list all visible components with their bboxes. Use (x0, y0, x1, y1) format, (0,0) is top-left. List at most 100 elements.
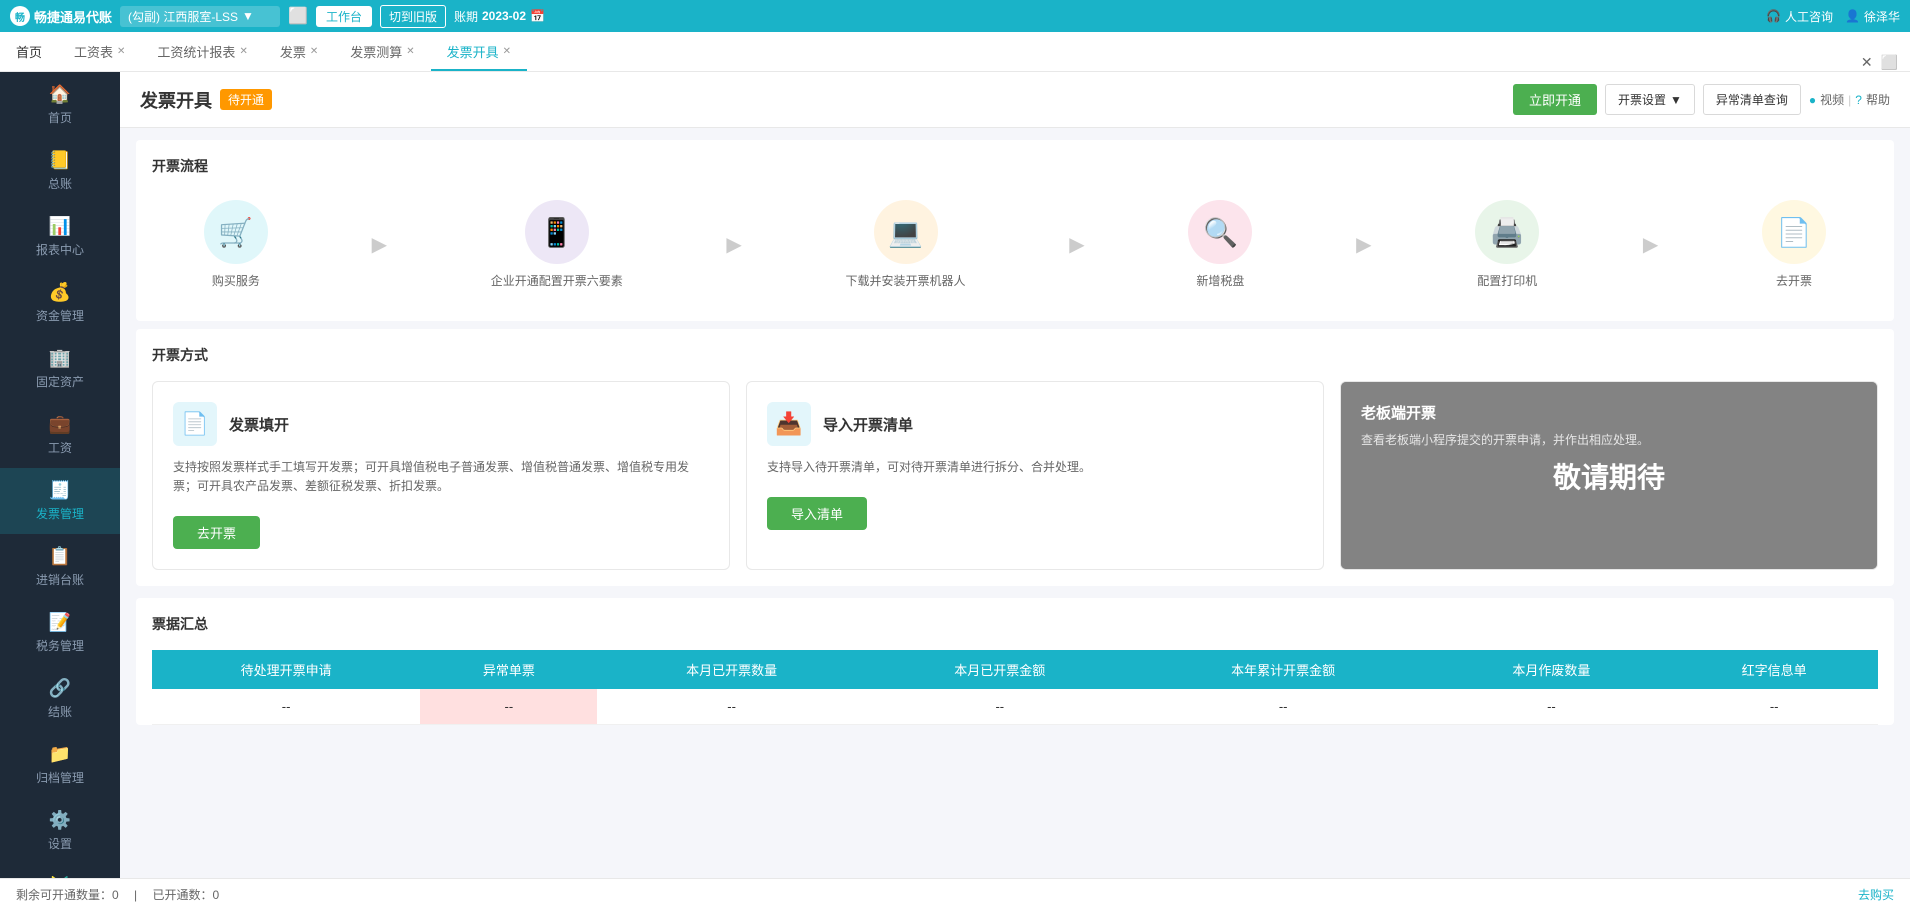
coming-soon-label: 敬请期待 (1553, 456, 1665, 496)
calendar-icon[interactable]: 📅 (530, 9, 545, 23)
sidebar-item-reports[interactable]: 📊 报表中心 (0, 204, 120, 270)
flow-icon-invoice: 📄 (1762, 200, 1826, 264)
method-card-manual-header: 📄 发票填开 (173, 402, 709, 446)
workbench-button[interactable]: 工作台 (316, 6, 372, 27)
flow-step-tax: 🔍 新增税盘 (1188, 200, 1252, 289)
user-profile[interactable]: 👤 徐泽华 (1845, 8, 1900, 25)
method-card-import-header: 📥 导入开票清单 (767, 402, 1303, 446)
view-help-area: ● 视频 | ? 帮助 (1809, 91, 1890, 108)
tab-salary-report[interactable]: 工资统计报表 ✕ (141, 34, 263, 71)
invoice-mgmt-icon: 🧾 (49, 480, 71, 501)
open-settings-button[interactable]: 开票设置 ▼ (1605, 84, 1695, 115)
sidebar-item-settlement[interactable]: 🔗 结账 (0, 666, 120, 732)
open-now-button[interactable]: 立即开通 (1513, 84, 1597, 115)
tab-invoice[interactable]: 发票 ✕ (264, 34, 334, 71)
method-section: 开票方式 📄 发票填开 支持按照发票样式手工填写开发票；可开具增值税电子普通发票… (136, 329, 1894, 586)
sidebar-item-purchase-sales[interactable]: 📋 进销台账 (0, 534, 120, 600)
flow-label-printer: 配置打印机 (1477, 272, 1537, 289)
old-terminal-desc: 查看老板端小程序提交的开票申请，并作出相应处理。 (1361, 431, 1857, 450)
page-header: 发票开具 待开通 立即开通 开票设置 ▼ 异常清单查询 ● 视频 | ? 帮助 (120, 72, 1910, 128)
flow-arrow-1: ▶ (372, 232, 387, 257)
flow-arrow-5: ▶ (1643, 232, 1658, 257)
tab-invoice-close[interactable]: ✕ (310, 46, 318, 57)
copy-icon[interactable]: ⬜ (288, 6, 308, 26)
flow-step-buy: 🛒 购买服务 (204, 200, 268, 289)
tabs-window-controls: ✕ ⬜ (1861, 50, 1910, 71)
flow-step-download: 💻 下载并安装开票机器人 (846, 200, 966, 289)
flow-label-config: 企业开通配置开票六要素 (491, 272, 623, 289)
method-card-manual-title: 发票填开 (229, 414, 289, 435)
method-icon-import: 📥 (767, 402, 811, 446)
summary-section: 票据汇总 待处理开票申请 异常单票 本月已开票数量 本月已开票金额 本年累计开票… (136, 598, 1894, 725)
tab-invoice-tool[interactable]: 发票开具 ✕ (431, 34, 527, 71)
page-title: 发票开具 (140, 87, 212, 113)
cell-monthly-amount: -- (866, 689, 1134, 725)
question-icon: ? (1855, 93, 1862, 107)
sidebar-item-archive[interactable]: 📁 归档管理 (0, 732, 120, 798)
abnormal-query-button[interactable]: 异常清单查询 (1703, 84, 1801, 115)
ledger-icon: 📒 (49, 150, 71, 171)
old-version-button[interactable]: 切到旧版 (380, 5, 446, 28)
support-button[interactable]: 🎧 人工咨询 (1766, 8, 1833, 25)
download-icon: 💻 (888, 216, 923, 249)
company-selector[interactable]: (勾副) 江西服室-LSS ▼ (120, 6, 280, 27)
app-logo: 畅 畅捷通易代账 (10, 6, 112, 26)
tab-home[interactable]: 首页 (0, 34, 58, 71)
tab-salary[interactable]: 工资表 ✕ (58, 34, 141, 71)
go-invoice-button[interactable]: 去开票 (173, 516, 260, 549)
logo-icon: 畅 (10, 6, 30, 26)
sidebar-item-settings[interactable]: ⚙️ 设置 (0, 798, 120, 864)
avatar-icon: 👤 (1845, 9, 1860, 23)
chevron-down-icon: ▼ (242, 9, 254, 23)
method-icon-manual: 📄 (173, 402, 217, 446)
archive-icon: 📁 (49, 744, 71, 765)
flow-icon-config: 📱 (525, 200, 589, 264)
flow-section: 开票流程 🛒 购买服务 ▶ 📱 企业开通配置开票六要素 ▶ (136, 140, 1894, 321)
sidebar-item-assets[interactable]: 🏢 固定资产 (0, 336, 120, 402)
tab-salary-close[interactable]: ✕ (117, 46, 125, 57)
sidebar-item-tax-mgmt[interactable]: 📝 税务管理 (0, 600, 120, 666)
method-card-import-desc: 支持导入待开票清单，可对待开票清单进行拆分、合并处理。 (767, 458, 1303, 477)
flow-label-buy: 购买服务 (212, 272, 260, 289)
flow-label-tax: 新增税盘 (1196, 272, 1244, 289)
sidebar-item-guide[interactable]: 🔰 新手引导 (0, 864, 120, 878)
method-card-manual-desc: 支持按照发票样式手工填写开发票；可开具增值税电子普通发票、增值税普通发票、增值税… (173, 458, 709, 496)
flow-section-title: 开票流程 (152, 156, 1878, 176)
col-abnormal: 异常单票 (420, 650, 597, 689)
summary-table: 待处理开票申请 异常单票 本月已开票数量 本月已开票金额 本年累计开票金额 本月… (152, 650, 1878, 725)
sidebar-item-ledger[interactable]: 📒 总账 (0, 138, 120, 204)
tab-invoice-calc-close[interactable]: ✕ (406, 46, 414, 57)
import-list-button[interactable]: 导入清单 (767, 497, 867, 530)
tab-salary-report-close[interactable]: ✕ (239, 46, 247, 57)
sidebar-item-invoice-mgmt[interactable]: 🧾 发票管理 (0, 468, 120, 534)
summary-section-title: 票据汇总 (152, 614, 1878, 634)
col-monthly-amount: 本月已开票金额 (866, 650, 1134, 689)
summary-table-header-row: 待处理开票申请 异常单票 本月已开票数量 本月已开票金额 本年累计开票金额 本月… (152, 650, 1878, 689)
circle-icon: ● (1809, 93, 1816, 107)
flow-arrow-4: ▶ (1356, 232, 1371, 257)
settlement-icon: 🔗 (49, 678, 71, 699)
tab-invoice-calc[interactable]: 发票测算 ✕ (334, 34, 430, 71)
method-cards: 📄 发票填开 支持按照发票样式手工填写开发票；可开具增值税电子普通发票、增值税普… (152, 381, 1878, 570)
header-actions: 立即开通 开票设置 ▼ 异常清单查询 ● 视频 | ? 帮助 (1513, 84, 1890, 115)
funds-icon: 💰 (49, 282, 71, 303)
sidebar-item-funds[interactable]: 💰 资金管理 (0, 270, 120, 336)
buy-icon: 🛒 (218, 216, 253, 249)
sidebar-item-salary[interactable]: 💼 工资 (0, 402, 120, 468)
window-close-button[interactable]: ✕ (1861, 54, 1873, 71)
tab-invoice-tool-close[interactable]: ✕ (503, 46, 511, 57)
reports-icon: 📊 (49, 216, 71, 237)
old-terminal-title: 老板端开票 (1361, 402, 1857, 423)
sidebar-item-home[interactable]: 🏠 首页 (0, 72, 120, 138)
tax-icon: 🔍 (1203, 216, 1238, 249)
buy-link[interactable]: 去购买 (1858, 886, 1894, 903)
window-restore-button[interactable]: ⬜ (1881, 54, 1898, 71)
salary-icon: 💼 (49, 414, 71, 435)
flow-step-printer: 🖨️ 配置打印机 (1475, 200, 1539, 289)
top-bar: 畅 畅捷通易代账 (勾副) 江西服室-LSS ▼ ⬜ 工作台 切到旧版 账期 2… (0, 0, 1910, 32)
method-card-old-terminal: 老板端开票 查看老板端小程序提交的开票申请，并作出相应处理。 敬请期待 (1340, 381, 1878, 570)
status-badge: 待开通 (220, 89, 272, 110)
sidebar: 🏠 首页 📒 总账 📊 报表中心 💰 资金管理 🏢 固定资产 💼 工资 🧾 发票… (0, 72, 120, 878)
bottom-bar-left: 剩余可开通数量：0 | 已开通数：0 (16, 886, 219, 903)
cell-yearly-amount: -- (1134, 689, 1433, 725)
